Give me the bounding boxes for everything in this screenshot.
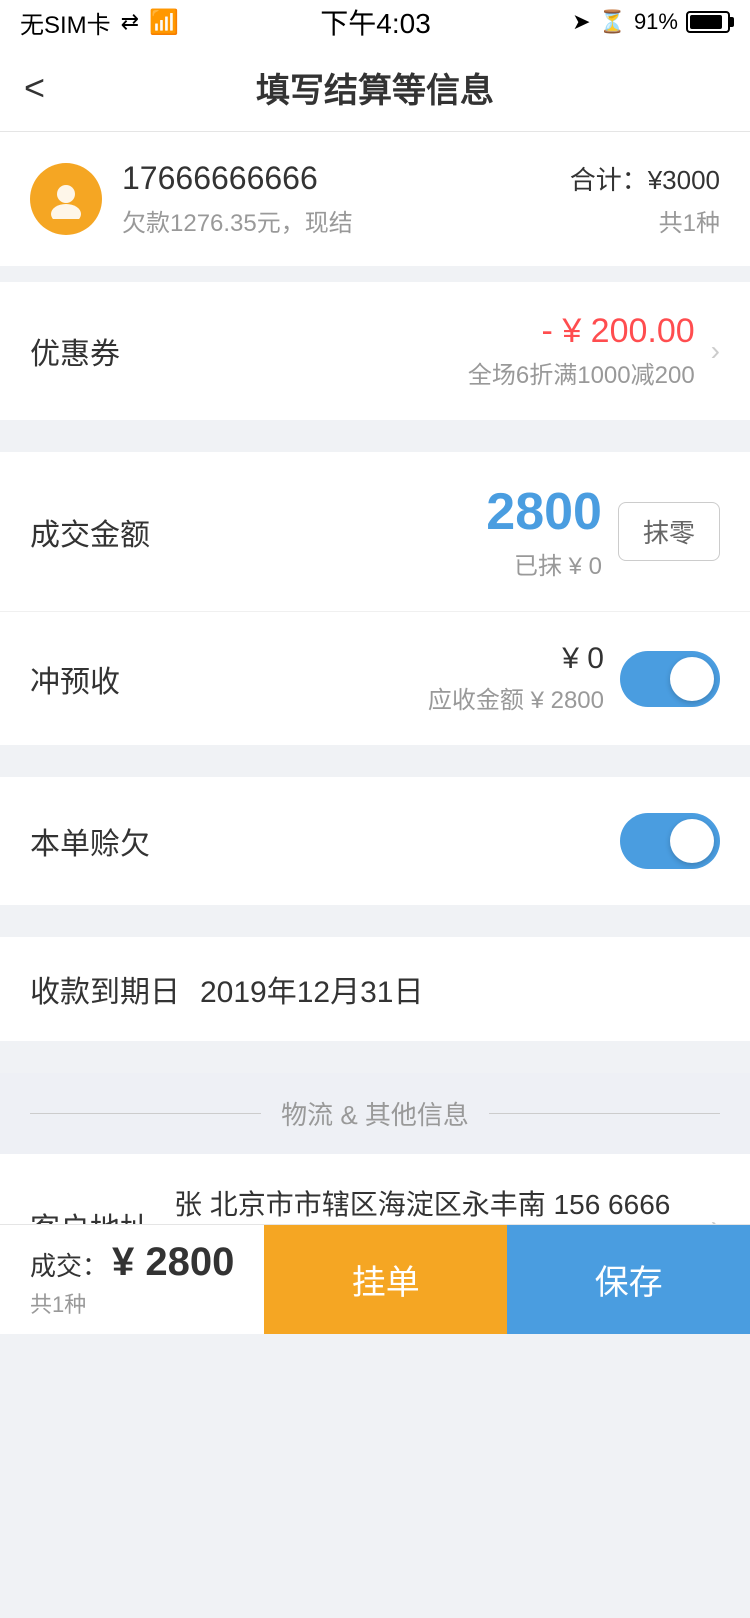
user-left: 17666666666 欠款1276.35元，现结 (30, 160, 353, 238)
logistics-label: 物流 & 其他信息 (281, 1095, 469, 1132)
battery-percent: 91% (634, 9, 678, 35)
prepay-values: ¥ 0 应收金额 ¥ 2800 (428, 642, 604, 715)
prepay-amount: ¥ 0 (562, 642, 604, 676)
coupon-discount: - ¥ 200.00 (468, 312, 695, 351)
wifi-label: 📶 (149, 8, 179, 37)
prepay-right: ¥ 0 应收金额 ¥ 2800 (428, 642, 720, 715)
amount-value: 2800 (486, 482, 602, 542)
status-right: ➤ ⏳ 91% (572, 9, 730, 35)
wifi-icon: ⇄ (121, 9, 139, 35)
amount-sub: 已抹 ¥ 0 (514, 546, 602, 581)
divider-line-right (489, 1113, 720, 1114)
coupon-desc: 全场6折满1000减200 (468, 355, 695, 390)
prepay-label: 冲预收 (30, 657, 120, 701)
divider-3 (0, 921, 750, 937)
prepay-row: 冲预收 ¥ 0 应收金额 ¥ 2800 (0, 612, 750, 745)
coupon-chevron-icon: › (711, 335, 720, 367)
back-button[interactable]: < (24, 67, 45, 109)
page-title: 填写结算等信息 (256, 63, 494, 112)
due-date-value: 2019年12月31日 (200, 967, 423, 1011)
divider-line-left (30, 1113, 261, 1114)
divider-4 (0, 1057, 750, 1073)
coupon-section: 优惠券 - ¥ 200.00 全场6折满1000减200 › (0, 282, 750, 420)
user-phone: 17666666666 (122, 160, 353, 197)
debt-row: 本单赊欠 (0, 777, 750, 905)
carrier: 无SIM卡 (20, 5, 111, 40)
total-label: 合计：¥3000 (570, 160, 720, 197)
status-left: 无SIM卡 ⇄ 📶 (20, 5, 179, 40)
hold-button[interactable]: 挂单 (264, 1225, 507, 1334)
debt-section: 本单赊欠 (0, 777, 750, 905)
bottom-bar: 成交： ¥ 2800 共1种 挂单 保存 (0, 1224, 750, 1334)
prepay-toggle[interactable] (620, 651, 720, 707)
divider-1 (0, 436, 750, 452)
divider-2 (0, 761, 750, 777)
user-info: 17666666666 欠款1276.35元，现结 (122, 160, 353, 238)
prepay-sub: 应收金额 ¥ 2800 (428, 680, 604, 715)
alarm-icon: ⏳ (599, 9, 626, 35)
deal-amount-right: 2800 已抹 ¥ 0 抹零 (486, 482, 720, 581)
bottom-buttons: 挂单 保存 (264, 1225, 750, 1334)
deal-amount-label: 成交金额 (30, 510, 150, 554)
save-button[interactable]: 保存 (507, 1225, 750, 1334)
status-bar: 无SIM卡 ⇄ 📶 下午4:03 ➤ ⏳ 91% (0, 0, 750, 44)
amount-display: 2800 已抹 ¥ 0 (486, 482, 602, 581)
debt-label: 本单赊欠 (30, 819, 150, 863)
due-date-label: 收款到期日 (30, 967, 180, 1011)
battery-icon (686, 11, 730, 33)
due-date-section: 收款到期日 2019年12月31日 (0, 937, 750, 1041)
bottom-deal-label: 成交： (30, 1246, 108, 1283)
avatar (30, 163, 102, 235)
time: 下午4:03 (320, 2, 431, 42)
round-button[interactable]: 抹零 (618, 502, 720, 561)
bottom-info: 成交： ¥ 2800 共1种 (0, 1240, 264, 1319)
coupon-right: - ¥ 200.00 全场6折满1000减200 › (468, 312, 720, 390)
user-card: 17666666666 欠款1276.35元，现结 合计：¥3000 共1种 (0, 132, 750, 266)
user-right: 合计：¥3000 共1种 (570, 160, 720, 238)
nav-bar: < 填写结算等信息 (0, 44, 750, 132)
coupon-row[interactable]: 优惠券 - ¥ 200.00 全场6折满1000减200 › (0, 282, 750, 420)
coupon-label: 优惠券 (30, 329, 120, 373)
total-count: 共1种 (570, 203, 720, 238)
amount-section: 成交金额 2800 已抹 ¥ 0 抹零 冲预收 ¥ 0 应收金额 ¥ 2800 (0, 452, 750, 745)
logistics-divider: 物流 & 其他信息 (0, 1073, 750, 1154)
debt-toggle[interactable] (620, 813, 720, 869)
location-icon: ➤ (572, 9, 590, 35)
deal-amount-row: 成交金额 2800 已抹 ¥ 0 抹零 (0, 452, 750, 612)
bottom-count: 共1种 (30, 1287, 234, 1319)
bottom-amount: ¥ 2800 (112, 1240, 234, 1285)
user-debt: 欠款1276.35元，现结 (122, 203, 353, 238)
content: 17666666666 欠款1276.35元，现结 合计：¥3000 共1种 优… (0, 132, 750, 1618)
due-date-row: 收款到期日 2019年12月31日 (0, 937, 750, 1041)
